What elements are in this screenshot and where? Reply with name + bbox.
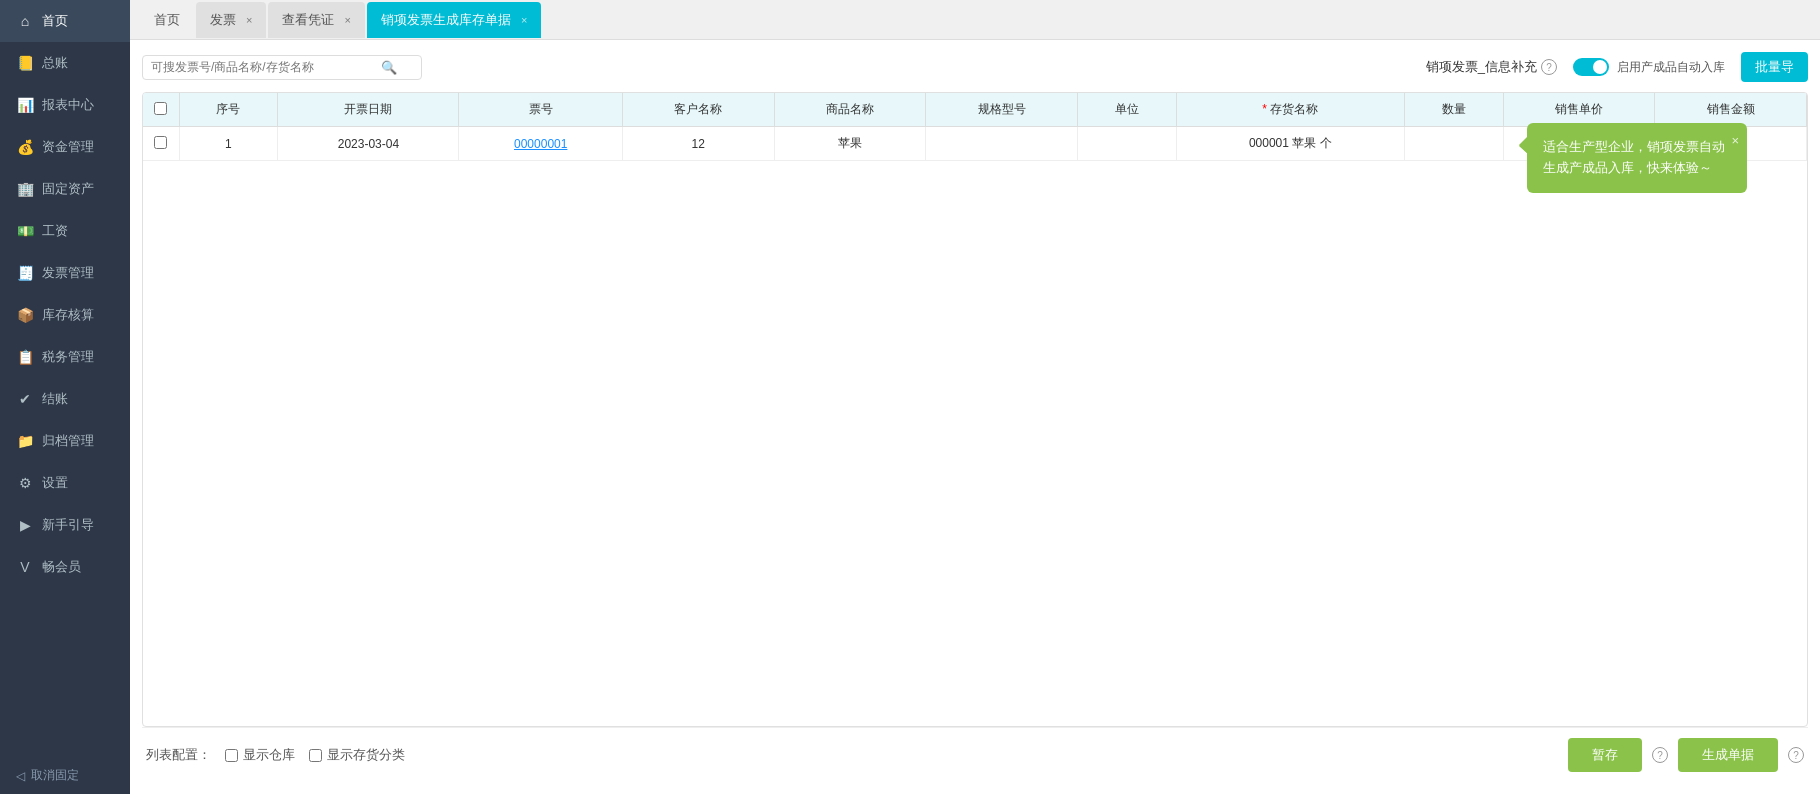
th-ticket-no: 票号 [459,93,622,127]
archive-icon: 📁 [16,433,34,449]
row-ticket-no: 00000001 [459,127,622,161]
main-area: 首页 发票 × 查看凭证 × 销项发票生成库存单据 × 🔍 销项发票_信息补充 … [130,0,1820,794]
row-qty [1404,127,1503,161]
settings-icon: ⚙ [16,475,34,491]
select-all-checkbox[interactable] [154,102,167,115]
th-unit: 单位 [1077,93,1176,127]
sidebar: ⌂ 首页 📒 总账 📊 报表中心 💰 资金管理 🏢 固定资产 💵 工资 🧾 发票… [0,0,130,794]
tab-view-voucher-close[interactable]: × [344,14,350,26]
info-label: 销项发票_信息补充 ? [1426,58,1557,76]
show-category-label[interactable]: 显示存货分类 [309,746,405,764]
th-unit-price: 销售单价 [1503,93,1655,127]
info-icon[interactable]: ? [1541,59,1557,75]
toggle-label: 启用产成品自动入库 [1617,59,1725,76]
inventory-icon: 📦 [16,307,34,323]
tab-home[interactable]: 首页 [140,2,194,38]
tax-icon: 📋 [16,349,34,365]
auto-import-toggle[interactable] [1573,58,1609,76]
search-icon: 🔍 [381,60,397,75]
guide-icon: ▶ [16,517,34,533]
sidebar-item-settings[interactable]: ⚙ 设置 [0,462,130,504]
member-icon: V [16,559,34,575]
sidebar-item-home[interactable]: ⌂ 首页 [0,0,130,42]
tab-invoice-close[interactable]: × [246,14,252,26]
row-customer: 12 [622,127,774,161]
sidebar-item-archive[interactable]: 📁 归档管理 [0,420,130,462]
toolbar-top: 🔍 销项发票_信息补充 ? 启用产成品自动入库 批量导 [142,52,1808,82]
sidebar-item-settlement[interactable]: ✔ 结账 [0,378,130,420]
funds-icon: 💰 [16,139,34,155]
invoice-icon: 🧾 [16,265,34,281]
row-checkbox [143,127,179,161]
settlement-icon: ✔ [16,391,34,407]
th-checkbox [143,93,179,127]
pin-icon: ◁ [16,769,25,783]
th-seq: 序号 [179,93,278,127]
tooltip-close-button[interactable]: × [1731,131,1739,152]
tab-view-voucher[interactable]: 查看凭证 × [268,2,364,38]
row-inventory: 000001 苹果 个 [1176,127,1404,161]
toggle-area: 启用产成品自动入库 [1573,58,1725,76]
tab-sales-invoice-close[interactable]: × [521,14,527,26]
th-spec: 规格型号 [926,93,1078,127]
th-customer: 客户名称 [622,93,774,127]
row-unit [1077,127,1176,161]
show-warehouse-label[interactable]: 显示仓库 [225,746,295,764]
sidebar-item-guide[interactable]: ▶ 新手引导 [0,504,130,546]
salary-icon: 💵 [16,223,34,239]
tooltip-text: 适合生产型企业，销项发票自动生成产成品入库，快来体验～ [1543,139,1725,175]
sidebar-item-ledger[interactable]: 📒 总账 [0,42,130,84]
table-header-row: 序号 开票日期 票号 客户名称 商品名称 规格型号 单位 存货名称 数量 销售单… [143,93,1807,127]
reports-icon: 📊 [16,97,34,113]
invoice-table-wrapper: 序号 开票日期 票号 客户名称 商品名称 规格型号 单位 存货名称 数量 销售单… [142,92,1808,727]
bottom-bar: 列表配置： 显示仓库 显示存货分类 暂存 ? 生成单据 ? [142,727,1808,782]
th-amount: 销售金额 [1655,93,1807,127]
config-label: 列表配置： [146,746,211,764]
ledger-icon: 📒 [16,55,34,71]
th-date: 开票日期 [278,93,459,127]
sidebar-item-member[interactable]: V 畅会员 [0,546,130,588]
show-warehouse-checkbox[interactable] [225,749,238,762]
cancel-fixed-button[interactable]: ◁ 取消固定 [0,757,130,794]
search-input[interactable] [151,60,381,74]
th-qty: 数量 [1404,93,1503,127]
bottom-actions: 暂存 ? 生成单据 ? [1568,738,1804,772]
toolbar-right: 销项发票_信息补充 ? 启用产成品自动入库 批量导 [1426,52,1808,82]
tab-bar: 首页 发票 × 查看凭证 × 销项发票生成库存单据 × [130,0,1820,40]
generate-info-icon[interactable]: ? [1788,747,1804,763]
row-select-checkbox[interactable] [154,136,167,149]
list-config: 列表配置： 显示仓库 显示存货分类 [146,746,405,764]
content-area: 🔍 销项发票_信息补充 ? 启用产成品自动入库 批量导 [130,40,1820,794]
generate-button[interactable]: 生成单据 [1678,738,1778,772]
tab-sales-invoice[interactable]: 销项发票生成库存单据 × [367,2,541,38]
sidebar-item-reports[interactable]: 📊 报表中心 [0,84,130,126]
row-spec [926,127,1078,161]
sidebar-item-fixed-assets[interactable]: 🏢 固定资产 [0,168,130,210]
th-inventory: 存货名称 [1176,93,1404,127]
sidebar-item-funds[interactable]: 💰 资金管理 [0,126,130,168]
tab-invoice[interactable]: 发票 × [196,2,266,38]
th-product: 商品名称 [774,93,926,127]
sidebar-item-salary[interactable]: 💵 工资 [0,210,130,252]
sidebar-item-invoice-mgmt[interactable]: 🧾 发票管理 [0,252,130,294]
row-product: 苹果 [774,127,926,161]
sidebar-item-inventory[interactable]: 📦 库存核算 [0,294,130,336]
ticket-no-link[interactable]: 00000001 [514,137,567,151]
row-seq: 1 [179,127,278,161]
sidebar-item-tax[interactable]: 📋 税务管理 [0,336,130,378]
show-category-checkbox[interactable] [309,749,322,762]
save-info-icon[interactable]: ? [1652,747,1668,763]
fixed-assets-icon: 🏢 [16,181,34,197]
search-area[interactable]: 🔍 [142,55,422,80]
row-date: 2023-03-04 [278,127,459,161]
home-icon: ⌂ [16,13,34,29]
tooltip-popup: × 适合生产型企业，销项发票自动生成产成品入库，快来体验～ [1527,123,1747,193]
save-button[interactable]: 暂存 [1568,738,1642,772]
batch-import-button[interactable]: 批量导 [1741,52,1808,82]
